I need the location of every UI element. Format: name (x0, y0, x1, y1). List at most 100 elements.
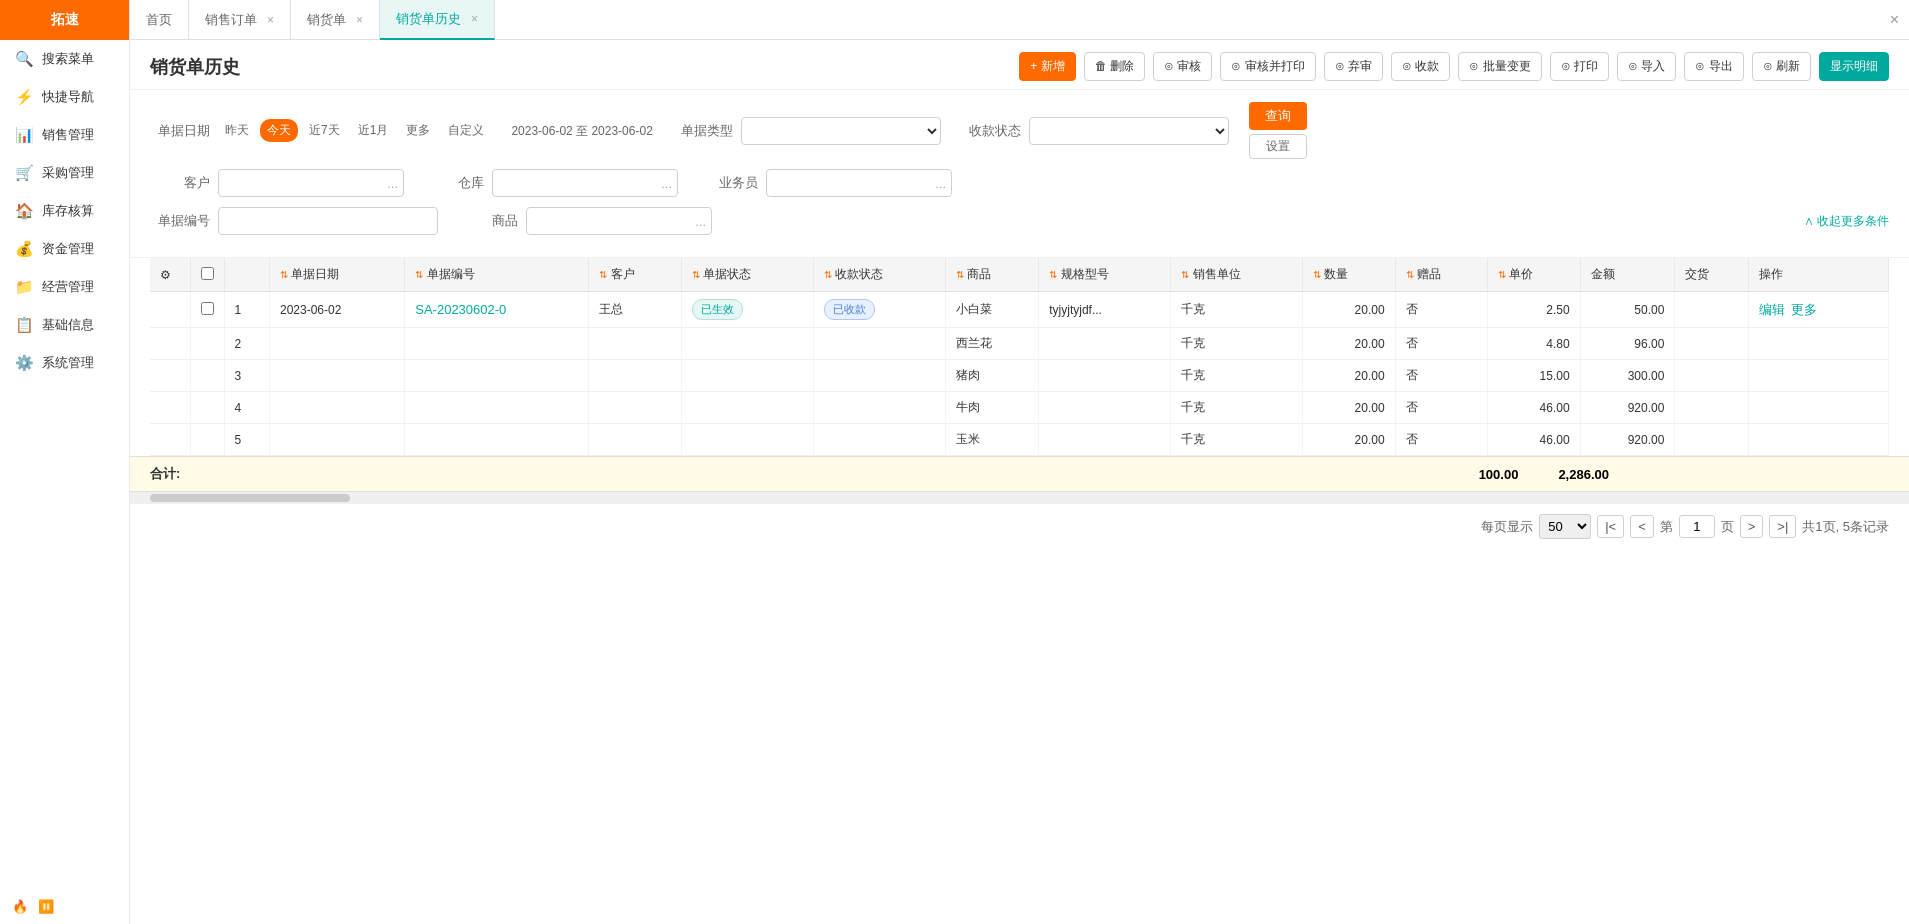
td-customer (589, 424, 682, 456)
pay-status-label: 收款状态 (961, 122, 1021, 140)
tab-sales-goods[interactable]: 销货单 × (291, 0, 380, 40)
date-more[interactable]: 更多 (399, 119, 437, 142)
td-transaction (1675, 392, 1749, 424)
th-price[interactable]: ⇅ 单价 (1488, 258, 1581, 292)
print-button[interactable]: ⊙ 打印 (1550, 52, 1609, 81)
abandon-button[interactable]: ⊙ 弃审 (1324, 52, 1383, 81)
delete-button[interactable]: 🗑 删除 (1084, 52, 1145, 81)
filter-salesperson: 业务员 ... (698, 169, 952, 197)
th-doc-date[interactable]: ⇅ 单据日期 (269, 258, 404, 292)
action-more-link[interactable]: 更多 (1791, 302, 1817, 317)
salesperson-more-icon[interactable]: ... (935, 176, 946, 191)
th-unit[interactable]: ⇅ 销售单位 (1171, 258, 1303, 292)
td-doc-no (405, 392, 589, 424)
pay-status-select[interactable] (1029, 117, 1229, 145)
th-goods[interactable]: ⇅ 商品 (945, 258, 1039, 292)
page-no-label: 第 (1660, 518, 1673, 536)
page-header: 销货单历史 + 新增 🗑 删除 ⊙ 审核 ⊙ 审核并打印 ⊙ 弃审 ⊙ 收款 ⊙… (130, 40, 1909, 90)
scrollbar-thumb[interactable] (150, 494, 350, 502)
td-settings (150, 360, 190, 392)
th-spec[interactable]: ⇅ 规格型号 (1039, 258, 1171, 292)
sidebar-item-quick-nav[interactable]: ⚡ 快捷导航 (0, 78, 129, 116)
batch-change-button[interactable]: ⊙ 批量变更 (1458, 52, 1541, 81)
sidebar-item-operations[interactable]: 📁 经营管理 (0, 268, 129, 306)
td-action (1749, 328, 1889, 360)
th-doc-no[interactable]: ⇅ 单据编号 (405, 258, 589, 292)
customer-more-icon[interactable]: ... (387, 176, 398, 191)
tab-sales-order-close[interactable]: × (267, 13, 274, 27)
date-custom[interactable]: 自定义 (441, 119, 491, 142)
th-customer[interactable]: ⇅ 客户 (589, 258, 682, 292)
show-detail-button[interactable]: 显示明细 (1819, 52, 1889, 81)
settings-button[interactable]: 设置 (1249, 134, 1307, 159)
collect-button[interactable]: ⊙ 收款 (1391, 52, 1450, 81)
next-page-btn[interactable]: > (1740, 515, 1764, 538)
date-1month[interactable]: 近1月 (351, 119, 396, 142)
customer-input[interactable] (218, 169, 404, 197)
purchase-mgmt-icon: 🛒 (15, 164, 34, 182)
sidebar-item-system-mgmt[interactable]: ⚙️ 系统管理 (0, 344, 129, 382)
goods-more-icon[interactable]: ... (695, 214, 706, 229)
sidebar-fire-icon[interactable]: 🔥 (12, 899, 28, 914)
th-gift[interactable]: ⇅ 赠品 (1395, 258, 1488, 292)
th-pay-status[interactable]: ⇅ 收款状态 (813, 258, 945, 292)
page-no-input[interactable] (1679, 515, 1715, 538)
query-settings-btns: 查询 设置 (1249, 102, 1307, 159)
th-qty[interactable]: ⇅ 数量 (1303, 258, 1396, 292)
sidebar-item-inventory[interactable]: 🏠 库存核算 (0, 192, 129, 230)
th-doc-status[interactable]: ⇅ 单据状态 (681, 258, 813, 292)
collapse-more-btn[interactable]: ∧ 收起更多条件 (1804, 213, 1889, 230)
export-button[interactable]: ⊙ 导出 (1684, 52, 1743, 81)
last-page-btn[interactable]: >| (1769, 515, 1796, 538)
sidebar-pause-icon[interactable]: ⏸️ (38, 899, 54, 914)
prev-page-btn[interactable]: < (1630, 515, 1654, 538)
first-page-btn[interactable]: |< (1597, 515, 1624, 538)
per-page-select[interactable]: 50 100 (1539, 514, 1591, 539)
tabs-close-all[interactable]: × (1890, 11, 1909, 29)
sidebar-item-basic-info[interactable]: 📋 基础信息 (0, 306, 129, 344)
refresh-button[interactable]: ⊙ 刷新 (1752, 52, 1811, 81)
audit-print-button[interactable]: ⊙ 审核并打印 (1220, 52, 1315, 81)
total-amount: 2,286.00 (1558, 467, 1609, 482)
operations-icon: 📁 (15, 278, 34, 296)
td-gift: 否 (1395, 424, 1488, 456)
type-select[interactable] (741, 117, 941, 145)
tab-sales-goods-close[interactable]: × (356, 13, 363, 27)
td-doc-no (405, 328, 589, 360)
td-transaction (1675, 292, 1749, 328)
doc-no-input[interactable] (218, 207, 438, 235)
import-button[interactable]: ⊙ 导入 (1617, 52, 1676, 81)
warehouse-input[interactable] (492, 169, 678, 197)
table-row: 5 玉米 千克 20.00 否 46.00 920.00 (150, 424, 1889, 456)
tab-sales-order[interactable]: 销售订单 × (189, 0, 291, 40)
sidebar-item-search-menu[interactable]: 🔍 搜索菜单 (0, 40, 129, 78)
select-all-checkbox[interactable] (201, 267, 214, 280)
goods-input[interactable] (526, 207, 712, 235)
query-button[interactable]: 查询 (1249, 102, 1307, 130)
sidebar: 拓速 🔍 搜索菜单 ⚡ 快捷导航 📊 销售管理 🛒 采购管理 🏠 库存核算 💰 … (0, 0, 130, 924)
new-button[interactable]: + 新增 (1019, 52, 1075, 81)
th-settings[interactable]: ⚙ (150, 258, 190, 292)
tab-sales-history[interactable]: 销货单历史 × (380, 0, 495, 40)
row-checkbox[interactable] (201, 302, 214, 315)
td-pay-status (813, 328, 945, 360)
table-row: 1 2023-06-02 SA-20230602-0 王总 已生效 已收款 小白… (150, 292, 1889, 328)
sidebar-item-sales-mgmt[interactable]: 📊 销售管理 (0, 116, 129, 154)
td-pay-status (813, 392, 945, 424)
total-label: 合计: (150, 465, 180, 483)
date-yesterday[interactable]: 昨天 (218, 119, 256, 142)
sidebar-item-purchase-mgmt[interactable]: 🛒 采购管理 (0, 154, 129, 192)
filter-row-2: 客户 ... 仓库 ... 业务员 (150, 169, 1889, 197)
warehouse-more-icon[interactable]: ... (661, 176, 672, 191)
sidebar-item-finance[interactable]: 💰 资金管理 (0, 230, 129, 268)
audit-button[interactable]: ⊙ 审核 (1153, 52, 1212, 81)
page-title: 销货单历史 (150, 55, 240, 79)
date-7days[interactable]: 近7天 (302, 119, 347, 142)
type-label: 单据类型 (673, 122, 733, 140)
doc-no-link[interactable]: SA-20230602-0 (415, 302, 506, 317)
action-edit-link[interactable]: 编辑 (1759, 302, 1785, 317)
tab-sales-history-close[interactable]: × (471, 12, 478, 26)
salesperson-input[interactable] (766, 169, 952, 197)
tab-home[interactable]: 首页 (130, 0, 189, 40)
date-today[interactable]: 今天 (260, 119, 298, 142)
